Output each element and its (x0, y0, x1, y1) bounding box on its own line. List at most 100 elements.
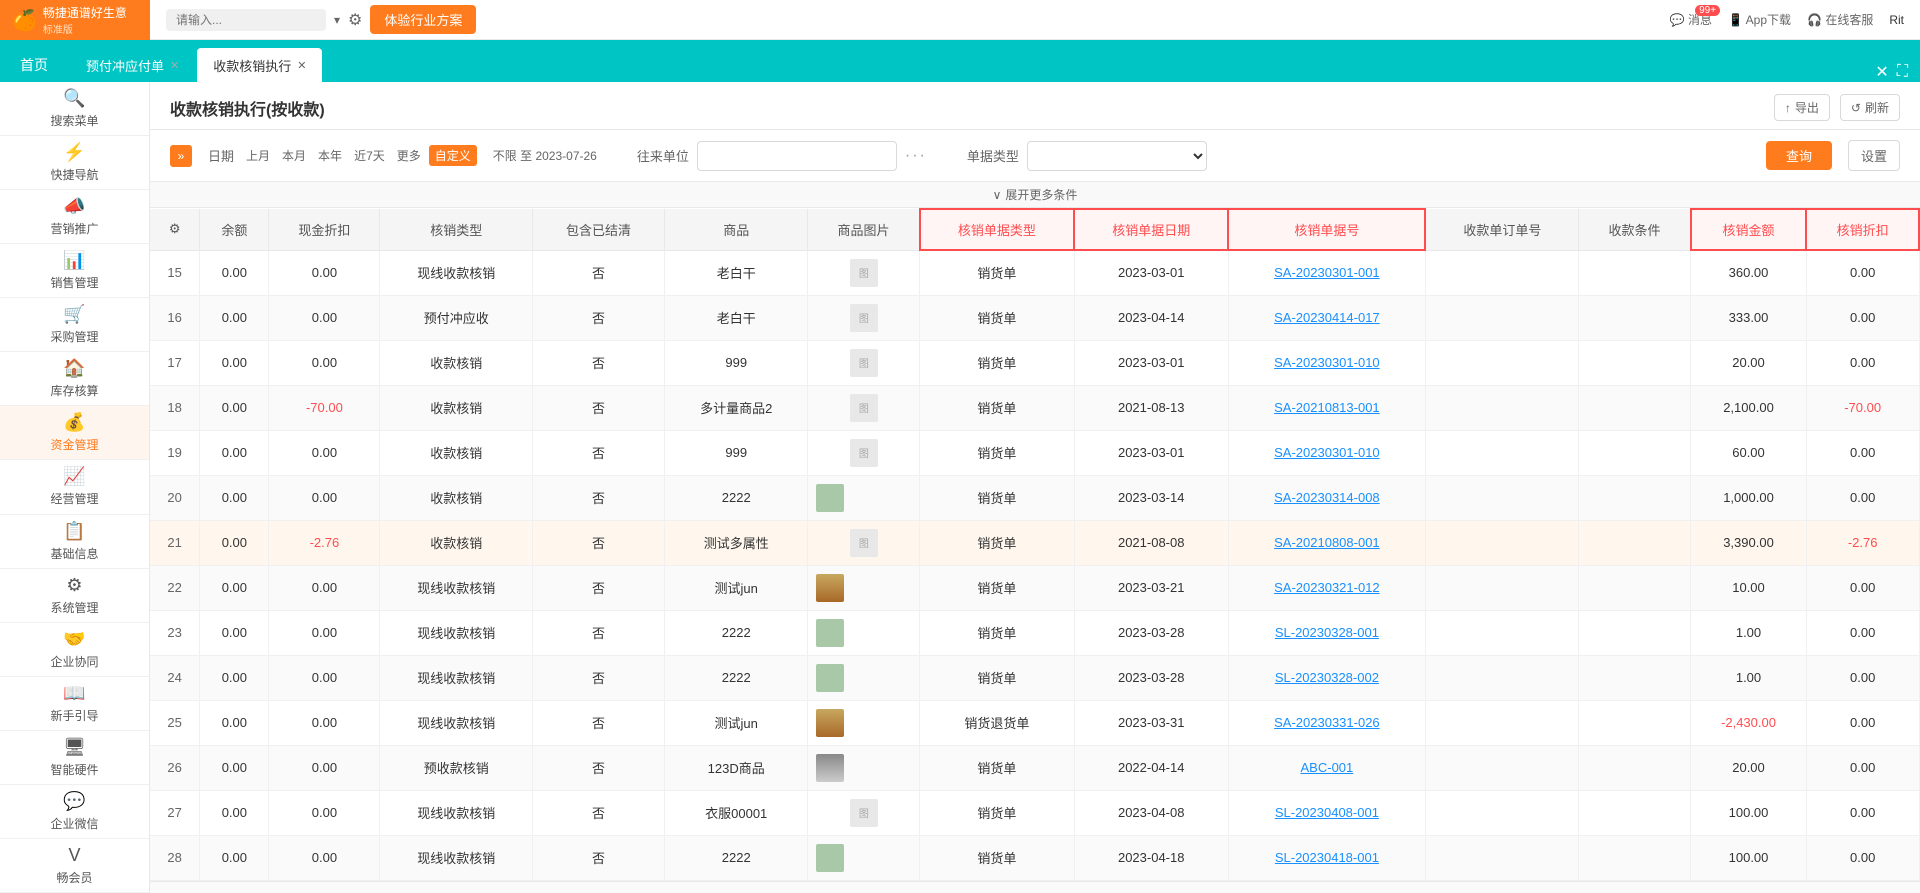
cell-type: 收款核销 (380, 385, 533, 430)
sidebar-icon-8: 📋 (63, 521, 85, 542)
tab-close-icon[interactable]: ✕ (1875, 62, 1888, 82)
top-search-input[interactable] (166, 9, 326, 31)
cell-receipt_cond (1579, 790, 1691, 835)
cell-cancel_amount: 1.00 (1691, 655, 1807, 700)
cell-goods_img: 图 (808, 520, 920, 565)
cell-cash_discount: 0.00 (269, 835, 380, 880)
sidebar-item-6[interactable]: 💰资金管理 (0, 406, 149, 460)
cell-goods_img (808, 475, 920, 520)
query-button[interactable]: 查询 (1766, 141, 1832, 170)
cell-receipt_no (1425, 520, 1579, 565)
sidebar-item-14[interactable]: V畅会员 (0, 839, 149, 893)
settings-button[interactable]: 设置 (1848, 140, 1900, 171)
sidebar-item-13[interactable]: 💬企业微信 (0, 785, 149, 839)
tab-close-receipt[interactable]: ✕ (297, 59, 306, 72)
date-this-month[interactable]: 本月 (278, 145, 310, 166)
sidebar-item-10[interactable]: 🤝企业协同 (0, 623, 149, 677)
cell-cancel_no[interactable]: SA-20210808-001 (1228, 520, 1425, 565)
cell-receipt_cond (1579, 835, 1691, 880)
doc-type-select[interactable] (1027, 141, 1207, 171)
source-dots[interactable]: ··· (905, 147, 927, 165)
cell-settings: 17 (150, 340, 200, 385)
cell-included: 否 (533, 250, 665, 295)
cell-balance: 0.00 (200, 700, 269, 745)
date-custom[interactable]: 自定义 (429, 145, 477, 166)
cell-cancel_no[interactable]: SA-20230301-001 (1228, 250, 1425, 295)
cell-cancel_amount: 10.00 (1691, 565, 1807, 610)
cell-balance: 0.00 (200, 610, 269, 655)
cell-cancel_no[interactable]: SA-20230414-017 (1228, 295, 1425, 340)
date-last-month[interactable]: 上月 (242, 145, 274, 166)
cell-settings: 28 (150, 835, 200, 880)
cell-settings: 22 (150, 565, 200, 610)
cell-cancel_no[interactable]: SL-20230328-001 (1228, 610, 1425, 655)
sidebar-item-1[interactable]: ⚡快捷导航 (0, 136, 149, 190)
cell-goods_img (808, 745, 920, 790)
footer-discount-label: 核销折扣合计： (1761, 890, 1852, 893)
export-button[interactable]: ↑ 导出 (1774, 94, 1830, 121)
sidebar-item-12[interactable]: 🖥智能硬件 (0, 731, 149, 785)
cell-cancel_no[interactable]: SA-20210813-001 (1228, 385, 1425, 430)
sidebar-item-5[interactable]: 🏠库存核算 (0, 352, 149, 406)
sidebar-item-9[interactable]: ⚙系统管理 (0, 569, 149, 623)
tab-home[interactable]: 首页 (0, 48, 68, 82)
cell-cancel_no[interactable]: SA-20230331-026 (1228, 700, 1425, 745)
cell-cancel_no[interactable]: SL-20230328-002 (1228, 655, 1425, 700)
expand-conditions-button[interactable]: ∨ 展开更多条件 (993, 186, 1078, 203)
cell-goods_img: 图 (808, 295, 920, 340)
cell-cancel_no[interactable]: SL-20230408-001 (1228, 790, 1425, 835)
sidebar-icon-5: 🏠 (63, 358, 85, 379)
main-content: 收款核销执行(按收款) ↑ 导出 ↺ 刷新 » 日期 上月 本月 本年 (150, 82, 1920, 893)
sidebar-item-0[interactable]: 🔍搜索菜单 (0, 82, 149, 136)
cell-balance: 0.00 (200, 295, 269, 340)
cell-goods: 测试jun (664, 700, 807, 745)
filter-toggle-button[interactable]: » (170, 145, 192, 167)
sidebar-item-11[interactable]: 📖新手引导 (0, 677, 149, 731)
tab-receipt[interactable]: 收款核销执行 ✕ (197, 48, 322, 82)
cell-cash_discount: 0.00 (269, 655, 380, 700)
filter-bar: » 日期 上月 本月 本年 近7天 更多 自定义 不限 至 2023-07-26… (150, 130, 1920, 182)
source-input[interactable] (697, 141, 897, 171)
cell-cancel_no[interactable]: ABC-001 (1228, 745, 1425, 790)
tab-close-prepay[interactable]: ✕ (170, 59, 179, 72)
sidebar-label-14: 畅会员 (56, 869, 92, 886)
sidebar-item-2[interactable]: 📣营销推广 (0, 190, 149, 244)
cell-cancel_type: 销货单 (920, 295, 1074, 340)
cell-receipt_no (1425, 835, 1579, 880)
date-more[interactable]: 更多 (393, 145, 425, 166)
cell-cancel_no[interactable]: SA-20230314-008 (1228, 475, 1425, 520)
online-service-link[interactable]: 🎧 在线客服 (1807, 11, 1873, 28)
tab-prepay[interactable]: 预付冲应付单 ✕ (70, 48, 195, 82)
sidebar-item-8[interactable]: 📋基础信息 (0, 515, 149, 569)
cell-cancel_discount: 0.00 (1806, 250, 1919, 295)
cell-cancel_no[interactable]: SL-20230418-001 (1228, 835, 1425, 880)
app-download-link[interactable]: 📱 App下载 (1728, 11, 1791, 28)
refresh-button[interactable]: ↺ 刷新 (1840, 94, 1900, 121)
cell-included: 否 (533, 385, 665, 430)
cell-goods: 2222 (664, 655, 807, 700)
date-this-year[interactable]: 本年 (314, 145, 346, 166)
solution-button[interactable]: 体验行业方案 (370, 5, 476, 34)
cell-balance: 0.00 (200, 655, 269, 700)
tab-expand-icon[interactable]: ⛶ (1897, 63, 1908, 81)
cell-cancel_no[interactable]: SA-20230301-010 (1228, 340, 1425, 385)
sidebar-item-7[interactable]: 📈经营管理 (0, 460, 149, 514)
cell-goods_img: 图 (808, 385, 920, 430)
col-header-cash_discount: 现金折扣 (269, 209, 380, 250)
user-name[interactable]: Rit (1889, 13, 1904, 27)
cell-cancel_discount: -2.76 (1806, 520, 1919, 565)
sidebar-item-3[interactable]: 📊销售管理 (0, 244, 149, 298)
sidebar-icon-7: 📈 (63, 466, 85, 487)
dropdown-icon[interactable]: ▾ (334, 13, 340, 27)
cell-receipt_no (1425, 295, 1579, 340)
table-container[interactable]: ⚙余额现金折扣核销类型包含已结清商品商品图片核销单据类型核销单据日期核销单据号收… (150, 208, 1920, 893)
message-badge[interactable]: 💬 消息 99+ (1670, 11, 1712, 28)
gear-icon[interactable]: ⚙ (348, 10, 362, 30)
cell-cancel_type: 销货单 (920, 520, 1074, 565)
cell-cancel_no[interactable]: SA-20230301-010 (1228, 430, 1425, 475)
cell-cancel_no[interactable]: SA-20230321-012 (1228, 565, 1425, 610)
cell-cancel_type: 销货单 (920, 655, 1074, 700)
cell-cancel_amount: 1.00 (1691, 610, 1807, 655)
date-7days[interactable]: 近7天 (350, 145, 389, 166)
sidebar-item-4[interactable]: 🛒采购管理 (0, 298, 149, 352)
